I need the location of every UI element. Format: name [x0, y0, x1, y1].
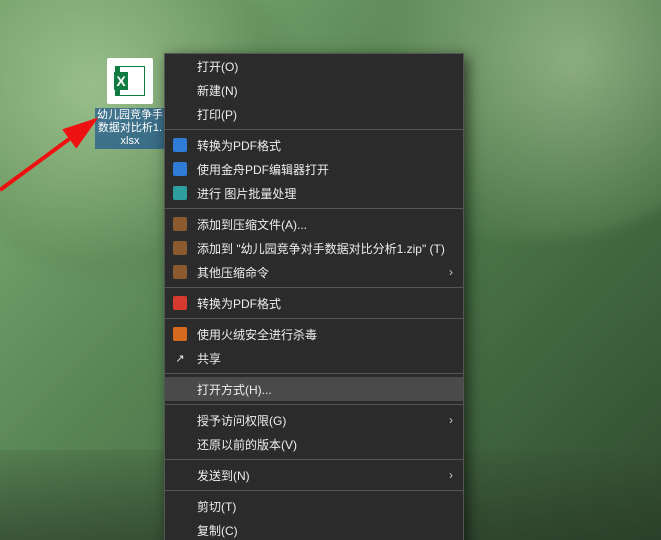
- menu-add-to-zip-label: 添加到 "幼儿园竞争对手数据对比分析1.zip" (T): [197, 240, 453, 257]
- blank-icon: [171, 411, 189, 429]
- menu-separator: [165, 208, 463, 209]
- menu-huorong-label: 使用火绒安全进行杀毒: [197, 326, 453, 343]
- desktop-wallpaper: 幼儿园竞争手数据对比析1.xlsx 打开(O) 新建(N) 打印(P) 转换为P…: [0, 0, 661, 540]
- menu-open[interactable]: 打开(O): [165, 54, 463, 78]
- menu-share-label: 共享: [197, 350, 453, 367]
- blank-icon: [171, 435, 189, 453]
- menu-separator: [165, 459, 463, 460]
- blank-icon: [171, 57, 189, 75]
- batch-image-icon: [171, 184, 189, 202]
- menu-open-with[interactable]: 打开方式(H)...: [165, 377, 463, 401]
- menu-cut-label: 剪切(T): [197, 498, 453, 515]
- menu-grant-access-label: 授予访问权限(G): [197, 412, 441, 429]
- huorong-icon: [171, 325, 189, 343]
- menu-convert-pdf-2-label: 转换为PDF格式: [197, 295, 453, 312]
- archive-icon: [171, 239, 189, 257]
- jinzhou-icon: [171, 160, 189, 178]
- context-menu: 打开(O) 新建(N) 打印(P) 转换为PDF格式 使用金舟PDF编辑器打开 …: [164, 53, 464, 540]
- archive-icon: [171, 263, 189, 281]
- pdf-red-icon: [171, 294, 189, 312]
- menu-separator: [165, 404, 463, 405]
- menu-other-archive[interactable]: 其他压缩命令 ›: [165, 260, 463, 284]
- menu-send-to[interactable]: 发送到(N) ›: [165, 463, 463, 487]
- blank-icon: [171, 81, 189, 99]
- menu-print-label: 打印(P): [197, 106, 453, 123]
- menu-separator: [165, 287, 463, 288]
- desktop-file-xlsx[interactable]: 幼儿园竞争手数据对比析1.xlsx: [98, 58, 162, 149]
- menu-other-archive-label: 其他压缩命令: [197, 264, 441, 281]
- menu-separator: [165, 318, 463, 319]
- menu-open-with-label: 打开方式(H)...: [197, 381, 453, 398]
- archive-icon: [171, 215, 189, 233]
- excel-file-icon: [107, 58, 153, 104]
- menu-convert-pdf-2[interactable]: 转换为PDF格式: [165, 291, 463, 315]
- blank-icon: [171, 497, 189, 515]
- menu-new[interactable]: 新建(N): [165, 78, 463, 102]
- menu-batch-image[interactable]: 进行 图片批量处理: [165, 181, 463, 205]
- share-icon: ↗: [171, 349, 189, 367]
- blank-icon: [171, 380, 189, 398]
- menu-copy[interactable]: 复制(C): [165, 518, 463, 540]
- submenu-arrow-icon: ›: [449, 413, 453, 427]
- menu-huorong-scan[interactable]: 使用火绒安全进行杀毒: [165, 322, 463, 346]
- menu-new-label: 新建(N): [197, 82, 453, 99]
- menu-add-archive-label: 添加到压缩文件(A)...: [197, 216, 453, 233]
- menu-restore-previous-label: 还原以前的版本(V): [197, 436, 453, 453]
- menu-copy-label: 复制(C): [197, 522, 453, 539]
- blank-icon: [171, 466, 189, 484]
- menu-separator: [165, 129, 463, 130]
- submenu-arrow-icon: ›: [449, 265, 453, 279]
- menu-convert-pdf-label: 转换为PDF格式: [197, 137, 453, 154]
- menu-convert-pdf[interactable]: 转换为PDF格式: [165, 133, 463, 157]
- menu-separator: [165, 373, 463, 374]
- menu-share[interactable]: ↗ 共享: [165, 346, 463, 370]
- menu-grant-access[interactable]: 授予访问权限(G) ›: [165, 408, 463, 432]
- blank-icon: [171, 105, 189, 123]
- menu-restore-previous[interactable]: 还原以前的版本(V): [165, 432, 463, 456]
- desktop-file-label: 幼儿园竞争手数据对比析1.xlsx: [95, 108, 165, 149]
- pdf-icon: [171, 136, 189, 154]
- menu-batch-image-label: 进行 图片批量处理: [197, 185, 453, 202]
- submenu-arrow-icon: ›: [449, 468, 453, 482]
- blank-icon: [171, 521, 189, 539]
- menu-open-label: 打开(O): [197, 58, 453, 75]
- menu-jinzhou-pdf[interactable]: 使用金舟PDF编辑器打开: [165, 157, 463, 181]
- menu-print[interactable]: 打印(P): [165, 102, 463, 126]
- menu-add-archive[interactable]: 添加到压缩文件(A)...: [165, 212, 463, 236]
- menu-separator: [165, 490, 463, 491]
- menu-add-to-zip[interactable]: 添加到 "幼儿园竞争对手数据对比分析1.zip" (T): [165, 236, 463, 260]
- menu-cut[interactable]: 剪切(T): [165, 494, 463, 518]
- menu-jinzhou-pdf-label: 使用金舟PDF编辑器打开: [197, 161, 453, 178]
- menu-send-to-label: 发送到(N): [197, 467, 441, 484]
